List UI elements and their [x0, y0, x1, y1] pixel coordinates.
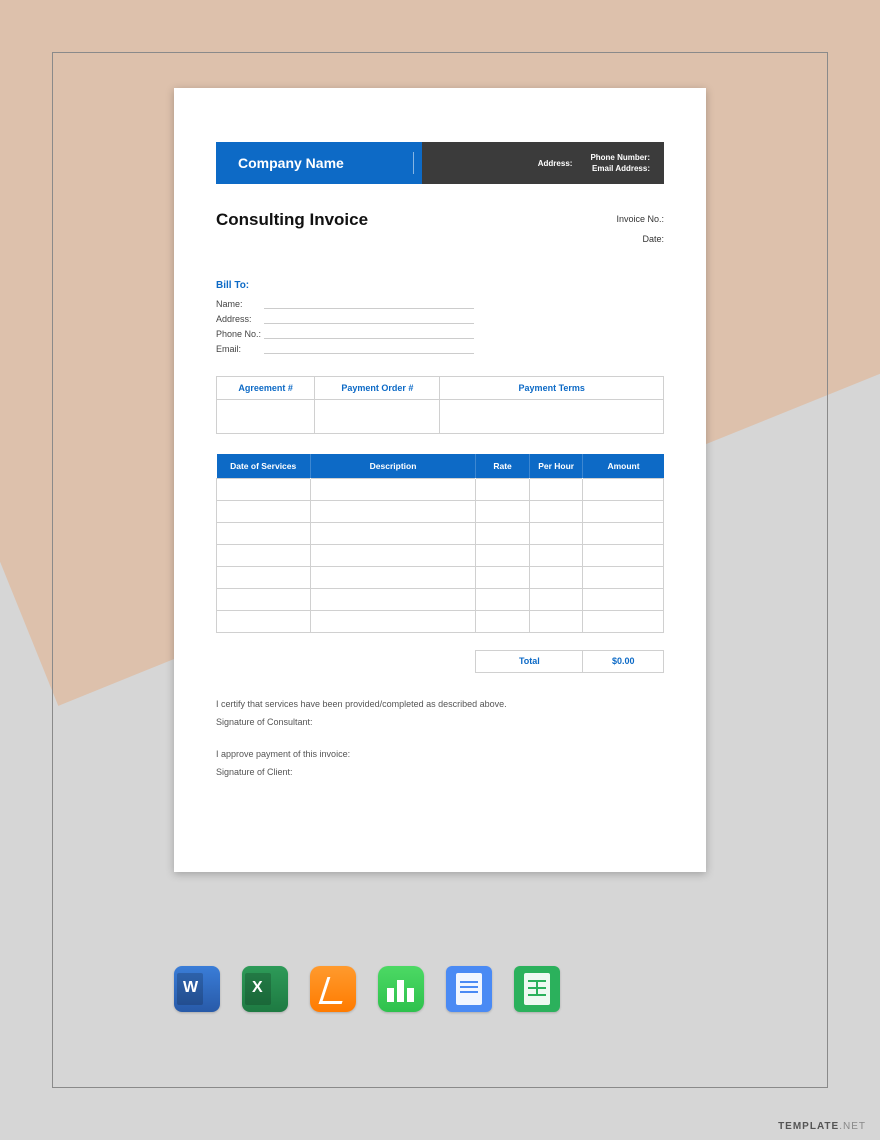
document-header: Company Name Address: Phone Number: Emai…: [216, 142, 664, 184]
bill-to-address-field: [264, 312, 474, 324]
approval-statement: I approve payment of this invoice:: [216, 745, 664, 763]
bill-to-email-label: Email:: [216, 344, 264, 354]
bill-to-address-label: Address:: [216, 314, 264, 324]
certification-section: I certify that services have been provid…: [216, 695, 664, 781]
header-email-label: Email Address:: [590, 163, 650, 174]
svc-row: [217, 566, 664, 588]
bill-to-heading: Bill To:: [216, 280, 664, 291]
signature-client-label: Signature of Client:: [216, 763, 664, 781]
invoice-document: Company Name Address: Phone Number: Emai…: [174, 88, 706, 872]
svc-row: [217, 610, 664, 632]
svc-row: [217, 478, 664, 500]
google-docs-icon[interactable]: [446, 966, 492, 1012]
svc-row: [217, 500, 664, 522]
company-name: Company Name: [216, 142, 422, 184]
agreement-table: Agreement # Payment Order # Payment Term…: [216, 376, 664, 434]
payment-order-col-header: Payment Order #: [315, 376, 440, 399]
bill-to-name-field: [264, 297, 474, 309]
bill-to-section: Bill To: Name: Address: Phone No.: Email…: [216, 280, 664, 354]
services-table: Date of Services Description Rate Per Ho…: [216, 454, 664, 673]
invoice-number-label: Invoice No.:: [616, 210, 664, 230]
cert-statement: I certify that services have been provid…: [216, 695, 664, 713]
pages-icon[interactable]: [310, 966, 356, 1012]
numbers-icon[interactable]: [378, 966, 424, 1012]
svc-row: [217, 544, 664, 566]
total-value: $0.00: [583, 650, 664, 672]
svc-col-date: Date of Services: [217, 454, 311, 479]
format-icons-row: [174, 966, 560, 1012]
header-phone-label: Phone Number:: [590, 152, 650, 163]
google-sheets-icon[interactable]: [514, 966, 560, 1012]
document-title: Consulting Invoice: [216, 210, 368, 250]
excel-icon[interactable]: [242, 966, 288, 1012]
svc-row: [217, 522, 664, 544]
total-row: Total $0.00: [217, 650, 664, 672]
watermark: TEMPLATE.NET: [778, 1121, 866, 1132]
svc-col-amount: Amount: [583, 454, 664, 479]
agreement-col-header: Agreement #: [217, 376, 315, 399]
agreement-row: [217, 399, 664, 433]
signature-consultant-label: Signature of Consultant:: [216, 713, 664, 731]
svc-col-perhour: Per Hour: [529, 454, 583, 479]
bill-to-phone-field: [264, 327, 474, 339]
svc-row: [217, 588, 664, 610]
bill-to-email-field: [264, 342, 474, 354]
svc-col-description: Description: [310, 454, 475, 479]
bill-to-phone-label: Phone No.:: [216, 329, 264, 339]
bill-to-name-label: Name:: [216, 299, 264, 309]
payment-terms-col-header: Payment Terms: [440, 376, 664, 399]
header-address-label: Address:: [538, 159, 573, 168]
invoice-date-label: Date:: [616, 230, 664, 250]
total-label: Total: [476, 650, 583, 672]
word-icon[interactable]: [174, 966, 220, 1012]
svc-col-rate: Rate: [476, 454, 530, 479]
